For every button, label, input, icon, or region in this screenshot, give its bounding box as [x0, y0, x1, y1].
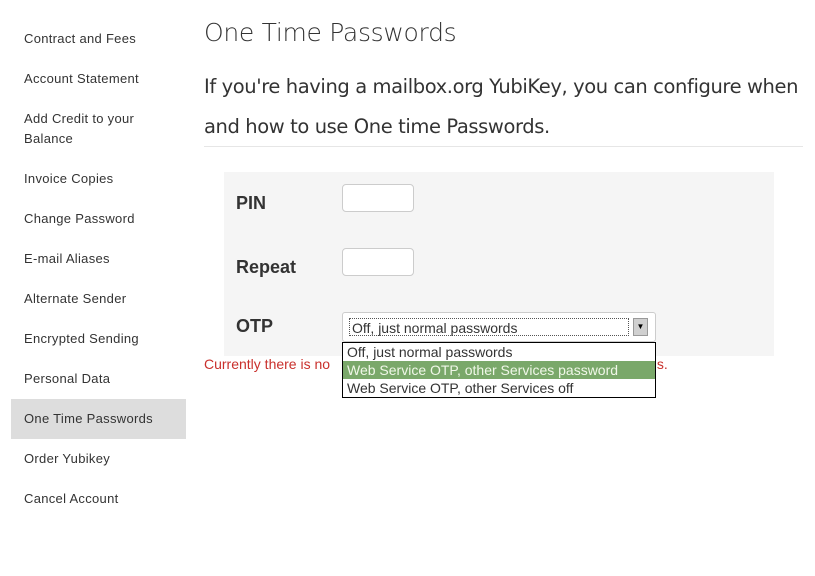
divider — [204, 146, 803, 147]
sidebar-item-add-credit[interactable]: Add Credit to your Balance — [11, 99, 186, 159]
otp-option-off[interactable]: Off, just normal passwords — [343, 343, 655, 361]
page-title: One Time Passwords — [204, 18, 457, 47]
pin-label: PIN — [236, 193, 267, 213]
sidebar-item-account-statement[interactable]: Account Statement — [11, 59, 186, 99]
otp-select-value: Off, just normal passwords — [349, 318, 629, 336]
sidebar-item-change-password[interactable]: Change Password — [11, 199, 186, 239]
chevron-down-icon[interactable]: ▼ — [633, 318, 648, 336]
intro-text: If you're having a mailbox.org YubiKey, … — [204, 75, 799, 138]
otp-label: OTP — [236, 316, 274, 336]
sidebar-item-alternate-sender[interactable]: Alternate Sender — [11, 279, 186, 319]
otp-option-web-otp-off[interactable]: Web Service OTP, other Services off — [343, 379, 655, 397]
sidebar-item-contract-and-fees[interactable]: Contract and Fees — [11, 19, 186, 59]
sidebar-item-order-yubikey[interactable]: Order Yubikey — [11, 439, 186, 479]
otp-option-web-otp-password[interactable]: Web Service OTP, other Services password — [343, 361, 655, 379]
repeat-label: Repeat — [236, 257, 297, 277]
sidebar-item-cancel-account[interactable]: Cancel Account — [11, 479, 186, 519]
error-text-start: Currently there is no — [204, 356, 334, 372]
otp-dropdown-list: Off, just normal passwords Web Service O… — [342, 342, 656, 398]
sidebar-item-one-time-passwords[interactable]: One Time Passwords — [11, 399, 186, 439]
sidebar-item-invoice-copies[interactable]: Invoice Copies — [11, 159, 186, 199]
sidebar-item-encrypted-sending[interactable]: Encrypted Sending — [11, 319, 186, 359]
pin-input[interactable] — [342, 184, 414, 212]
sidebar: Contract and Fees Account Statement Add … — [11, 19, 186, 519]
otp-select[interactable]: Off, just normal passwords ▼ — [342, 312, 656, 342]
sidebar-item-email-aliases[interactable]: E-mail Aliases — [11, 239, 186, 279]
sidebar-item-personal-data[interactable]: Personal Data — [11, 359, 186, 399]
repeat-pin-input[interactable] — [342, 248, 414, 276]
